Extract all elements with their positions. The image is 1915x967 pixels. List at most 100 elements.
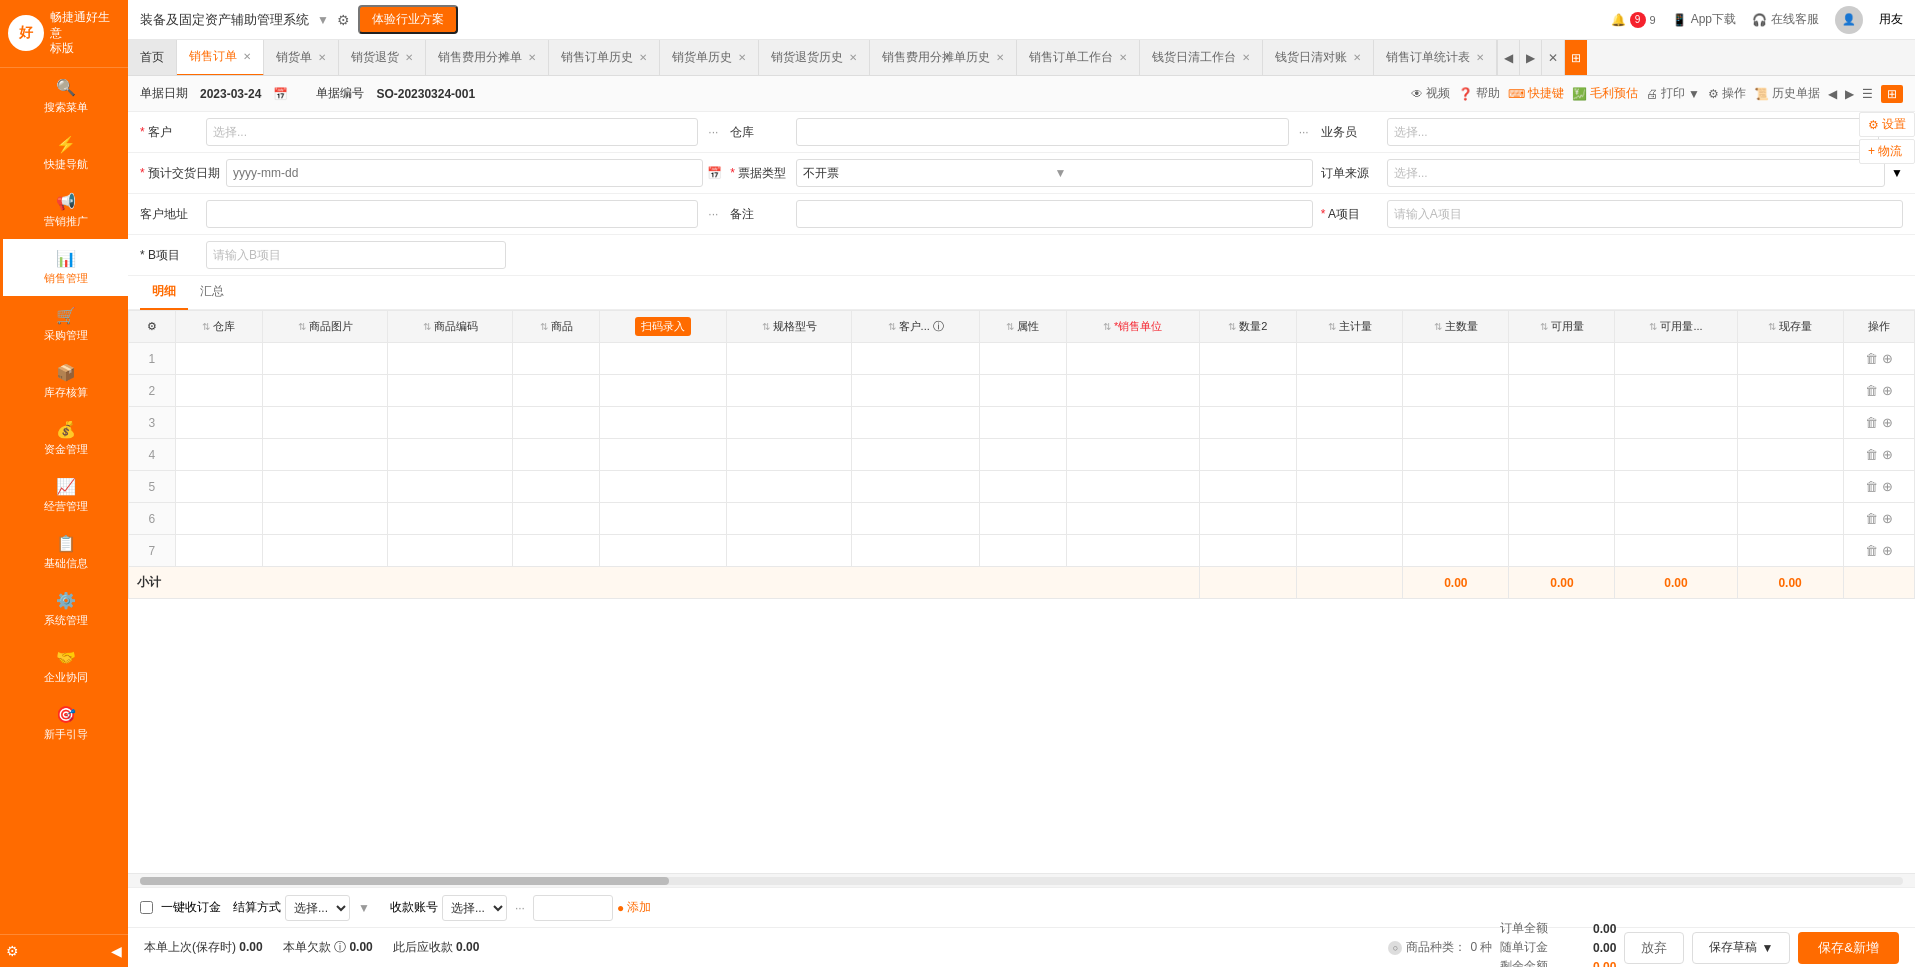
cell-warehouse[interactable] xyxy=(175,343,262,375)
cell-warehouse[interactable] xyxy=(175,503,262,535)
barcode-input-button[interactable]: 扫码录入 xyxy=(635,317,691,336)
remark-input[interactable] xyxy=(796,200,1312,228)
logistics-button[interactable]: + 物流 xyxy=(1859,139,1915,164)
settings-quick-button[interactable]: ⚙ 设置 xyxy=(1859,112,1915,137)
cell-barcode[interactable] xyxy=(600,407,727,439)
cell-warehouse[interactable] xyxy=(175,375,262,407)
cell-barcode[interactable] xyxy=(600,343,727,375)
tab-close-icon[interactable]: ✕ xyxy=(1242,52,1250,63)
tab-close-icon[interactable]: ✕ xyxy=(996,52,1004,63)
col-warehouse[interactable]: ⇅ 仓库 xyxy=(175,311,262,343)
delete-row-button[interactable]: 🗑 xyxy=(1865,479,1878,494)
warehouse-input[interactable]: 成品库 xyxy=(796,118,1288,146)
sidebar-item-nav[interactable]: ⚡ 快捷导航 xyxy=(0,125,128,182)
warehouse-dots-button[interactable]: ··· xyxy=(1295,125,1313,139)
cell-main-unit[interactable] xyxy=(1297,407,1403,439)
payment-method-select[interactable]: 选择... xyxy=(285,895,350,921)
notification-button[interactable]: 🔔 9 9 xyxy=(1611,12,1656,28)
cell-main-qty[interactable] xyxy=(1403,439,1509,471)
cell-unit[interactable] xyxy=(1066,407,1199,439)
cell-code[interactable] xyxy=(388,535,513,567)
cell-unit[interactable] xyxy=(1066,471,1199,503)
cell-image[interactable] xyxy=(262,535,387,567)
nav-right-icon[interactable]: ▶ xyxy=(1845,87,1854,101)
cell-current[interactable] xyxy=(1737,503,1843,535)
scrollbar-track[interactable] xyxy=(140,877,1903,885)
cell-goods[interactable] xyxy=(513,535,600,567)
cell-barcode[interactable] xyxy=(600,471,727,503)
cell-spec[interactable] xyxy=(727,471,852,503)
delete-row-button[interactable]: 🗑 xyxy=(1865,383,1878,398)
cell-action[interactable]: 🗑 ⊕ xyxy=(1843,503,1914,535)
list-view-icon[interactable]: ☰ xyxy=(1862,87,1873,101)
tab-return-history[interactable]: 销货退货历史 ✕ xyxy=(759,40,870,76)
account-select[interactable]: 选择... xyxy=(442,895,507,921)
customer-dots-button[interactable]: ··· xyxy=(704,125,722,139)
cell-attr[interactable] xyxy=(979,439,1066,471)
tab-daily-account[interactable]: 钱货日清对账 ✕ xyxy=(1263,40,1374,76)
cell-barcode[interactable] xyxy=(600,439,727,471)
col-main-qty[interactable]: ⇅ 主数量 xyxy=(1403,311,1509,343)
cell-available[interactable] xyxy=(1509,407,1615,439)
cell-spec[interactable] xyxy=(727,439,852,471)
cell-attr[interactable] xyxy=(979,503,1066,535)
tab-close-icon[interactable]: ✕ xyxy=(1119,52,1127,63)
sidebar-item-enterprise[interactable]: 🤝 企业协同 xyxy=(0,638,128,695)
cell-main-unit[interactable] xyxy=(1297,375,1403,407)
tab-sales-order-history[interactable]: 销售订单历史 ✕ xyxy=(549,40,660,76)
cell-customer-code[interactable] xyxy=(852,503,979,535)
cell-main-unit[interactable] xyxy=(1297,471,1403,503)
cell-available[interactable] xyxy=(1509,503,1615,535)
app-download-button[interactable]: 📱 App下载 xyxy=(1672,11,1736,28)
tab-close-icon[interactable]: ✕ xyxy=(849,52,857,63)
settings-icon[interactable]: ⚙ xyxy=(6,943,19,959)
cell-image[interactable] xyxy=(262,407,387,439)
col-settings[interactable]: ⚙ xyxy=(129,311,176,343)
cell-available2[interactable] xyxy=(1615,407,1737,439)
cell-available2[interactable] xyxy=(1615,439,1737,471)
cell-qty2[interactable] xyxy=(1199,375,1297,407)
tab-close-icon[interactable]: ✕ xyxy=(639,52,647,63)
cell-qty2[interactable] xyxy=(1199,439,1297,471)
save-draft-button[interactable]: 保存草稿 ▼ xyxy=(1692,932,1790,964)
cell-spec[interactable] xyxy=(727,535,852,567)
cell-barcode[interactable] xyxy=(600,375,727,407)
tab-detail[interactable]: 明细 xyxy=(140,276,188,310)
cell-main-unit[interactable] xyxy=(1297,503,1403,535)
cell-qty2[interactable] xyxy=(1199,407,1297,439)
copy-row-button[interactable]: ⊕ xyxy=(1882,447,1893,462)
copy-row-button[interactable]: ⊕ xyxy=(1882,511,1893,526)
tab-expand-button[interactable]: ⊞ xyxy=(1564,40,1587,76)
copy-row-button[interactable]: ⊕ xyxy=(1882,543,1893,558)
tab-sales-order[interactable]: 销售订单 ✕ xyxy=(177,40,264,76)
save-draft-arrow-icon[interactable]: ▼ xyxy=(1761,941,1773,955)
sidebar-item-purchase[interactable]: 🛒 采购管理 xyxy=(0,296,128,353)
settings-icon[interactable]: ⚙ xyxy=(337,12,350,28)
delete-row-button[interactable]: 🗑 xyxy=(1865,543,1878,558)
delivery-date-input[interactable] xyxy=(226,159,703,187)
cell-available2[interactable] xyxy=(1615,503,1737,535)
tab-close-icon[interactable]: ✕ xyxy=(405,52,413,63)
cell-available[interactable] xyxy=(1509,471,1615,503)
cell-attr[interactable] xyxy=(979,343,1066,375)
cell-unit[interactable] xyxy=(1066,535,1199,567)
tab-close-icon[interactable]: ✕ xyxy=(528,52,536,63)
cell-unit[interactable] xyxy=(1066,439,1199,471)
cell-unit[interactable] xyxy=(1066,503,1199,535)
customer-input[interactable] xyxy=(206,118,698,146)
cell-action[interactable]: 🗑 ⊕ xyxy=(1843,343,1914,375)
col-code[interactable]: ⇅ 商品编码 xyxy=(388,311,513,343)
scrollbar-thumb[interactable] xyxy=(140,877,669,885)
tab-close-icon[interactable]: ✕ xyxy=(243,51,251,62)
cell-code[interactable] xyxy=(388,471,513,503)
tab-next-button[interactable]: ▶ xyxy=(1519,40,1541,76)
cell-warehouse[interactable] xyxy=(175,535,262,567)
account-dots[interactable]: ··· xyxy=(511,901,529,915)
tab-close-icon[interactable]: ✕ xyxy=(1353,52,1361,63)
cell-code[interactable] xyxy=(388,407,513,439)
help-button[interactable]: ❓ 帮助 xyxy=(1458,85,1500,102)
cell-goods[interactable] xyxy=(513,375,600,407)
address-dots-button[interactable]: ··· xyxy=(704,207,722,221)
cell-code[interactable] xyxy=(388,343,513,375)
cell-qty2[interactable] xyxy=(1199,471,1297,503)
